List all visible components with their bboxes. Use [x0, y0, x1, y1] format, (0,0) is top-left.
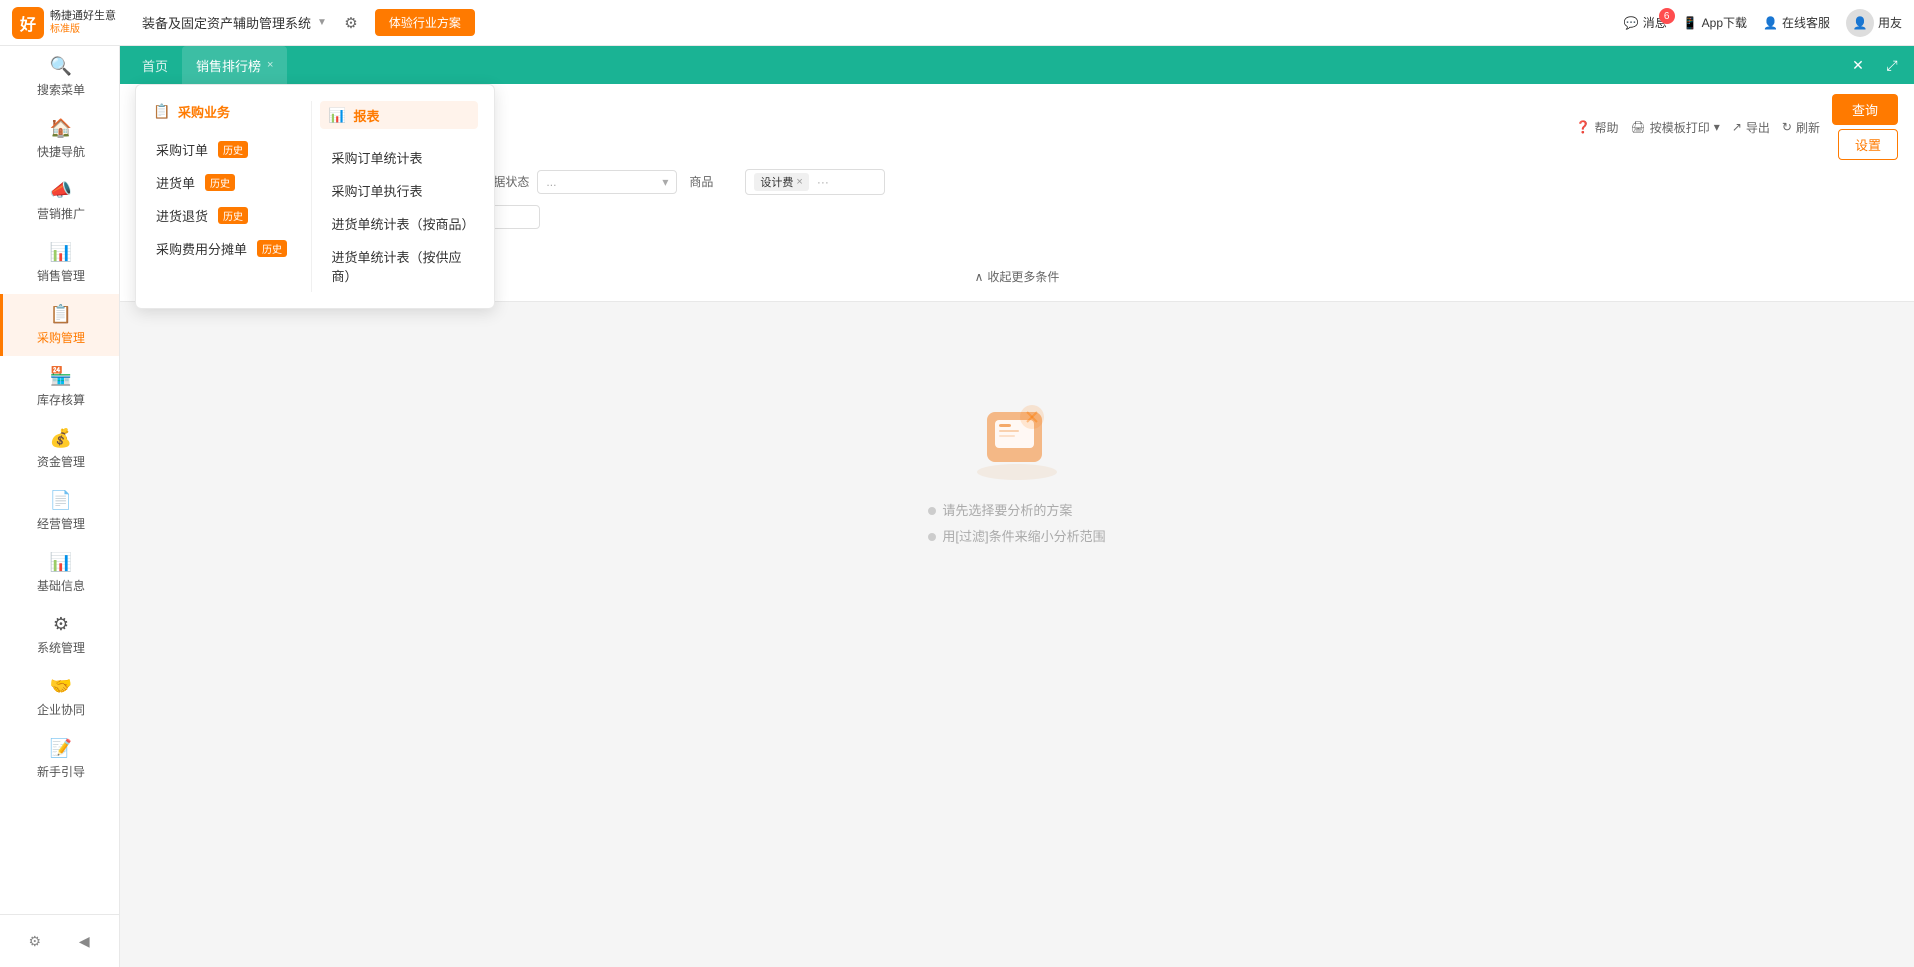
- help-icon: ❓: [1576, 120, 1591, 134]
- goods-input[interactable]: 设计费 × ···: [745, 169, 885, 195]
- search-icon: 🔍: [50, 56, 72, 77]
- history-badge-1: 历史: [205, 174, 235, 191]
- app-download-action[interactable]: 📱 App下载: [1683, 14, 1747, 31]
- sidebar-item-search[interactable]: 🔍 搜索菜单: [0, 46, 119, 108]
- tab-sales-rank[interactable]: 销售排行榜 ×: [182, 46, 287, 84]
- settings-button[interactable]: ⚙: [19, 925, 51, 957]
- purchase-section-header: 📋 采购业务: [152, 101, 303, 121]
- tab-controls: ✕ ⤢: [1844, 51, 1906, 79]
- tab-home[interactable]: 首页: [128, 46, 182, 84]
- sidebar-item-enterprise[interactable]: 🤝 企业协同: [0, 666, 119, 728]
- empty-state: 请先选择要分析的方案 用[过滤]条件来缩小分析范围: [120, 302, 1914, 630]
- close-all-tabs-button[interactable]: ✕: [1844, 51, 1872, 79]
- enterprise-icon: 🤝: [50, 676, 72, 697]
- system-icon: ⚙: [53, 614, 69, 635]
- dropdown-arrow-icon: ▼: [317, 17, 327, 28]
- sidebar-item-guide[interactable]: 📝 新手引导: [0, 728, 119, 790]
- message-action[interactable]: 💬 6 消息: [1624, 14, 1667, 31]
- logo-area: 好 畅捷通好生意 标准版: [12, 7, 132, 39]
- sales-icon: 📊: [50, 242, 72, 263]
- finance-icon: 💰: [50, 428, 72, 449]
- operations-icon: 📄: [50, 490, 72, 511]
- menu-item-purchase-order-stats[interactable]: 采购订单统计表: [328, 141, 479, 174]
- reports-section: 📊 报表 采购订单统计表 采购订单执行表 进货单统计表（按商品） 进货单统计表（…: [311, 101, 479, 292]
- online-service-action[interactable]: 👤 在线客服: [1763, 14, 1830, 31]
- dot1: [928, 507, 936, 515]
- system-title[interactable]: 装备及固定资产辅助管理系统 ▼: [142, 13, 327, 32]
- industry-button[interactable]: 体验行业方案: [375, 9, 475, 36]
- dropdown-menu: 📋 采购业务 采购订单 历史 进货单 历史 进货退货 历史 采购费用分摊单 历史…: [135, 84, 495, 309]
- sidebar-item-sales[interactable]: 📊 销售管理: [0, 232, 119, 294]
- menu-item-goods-stats-by-product[interactable]: 进货单统计表（按商品）: [328, 207, 479, 240]
- export-icon: ↗: [1732, 120, 1742, 134]
- top-header: 好 畅捷通好生意 标准版 装备及固定资产辅助管理系统 ▼ ⚙ 体验行业方案 💬 …: [0, 0, 1914, 46]
- sidebar-item-finance[interactable]: 💰 资金管理: [0, 418, 119, 480]
- query-button[interactable]: 查询: [1832, 94, 1898, 125]
- menu-item-goods-return[interactable]: 进货退货 历史: [152, 199, 303, 232]
- basic-icon: 📊: [50, 552, 72, 573]
- goods-more-button[interactable]: ···: [813, 175, 833, 189]
- purchase-section: 📋 采购业务 采购订单 历史 进货单 历史 进货退货 历史 采购费用分摊单 历史: [152, 101, 303, 292]
- close-tab-icon[interactable]: ×: [267, 59, 273, 71]
- reports-section-header: 📊 报表: [320, 101, 479, 129]
- set-button[interactable]: 设置: [1838, 129, 1898, 160]
- sidebar-item-marketing[interactable]: 📣 营销推广: [0, 170, 119, 232]
- sidebar-item-nav[interactable]: 🏠 快捷导航: [0, 108, 119, 170]
- dot2: [928, 533, 936, 541]
- home-icon: 🏠: [50, 118, 72, 139]
- history-badge-0: 历史: [218, 141, 248, 158]
- logo-text: 畅捷通好生意 标准版: [50, 9, 116, 36]
- marketing-icon: 📣: [50, 180, 72, 201]
- purchase-menu-icon: 📋: [152, 101, 172, 121]
- menu-item-purchase-order[interactable]: 采购订单 历史: [152, 133, 303, 166]
- inventory-icon: 🏪: [50, 366, 72, 387]
- phone-icon: 📱: [1683, 16, 1698, 30]
- menu-item-goods-stats-by-supplier[interactable]: 进货单统计表（按供应商）: [328, 240, 479, 292]
- service-icon: 👤: [1763, 16, 1778, 30]
- history-badge-3: 历史: [257, 240, 287, 257]
- tabs-bar: 首页 销售排行榜 × ✕ ⤢: [120, 46, 1914, 84]
- export-button[interactable]: ↗ 导出: [1732, 119, 1770, 136]
- menu-item-goods-receipt[interactable]: 进货单 历史: [152, 166, 303, 199]
- print-button[interactable]: 🖨 按模板打印 ▾: [1631, 119, 1720, 136]
- menu-item-purchase-expense[interactable]: 采购费用分摊单 历史: [152, 232, 303, 265]
- collapse-sidebar-button[interactable]: ◀: [68, 925, 100, 957]
- status-arrow-icon: ▾: [662, 175, 668, 189]
- logo-icon: 好: [12, 7, 44, 39]
- status-select[interactable]: ... ▾: [537, 170, 677, 194]
- empty-illustration: [957, 382, 1077, 482]
- refresh-button[interactable]: ↻ 刷新: [1782, 119, 1820, 136]
- goods-filter: 商品 设计费 × ···: [689, 169, 885, 195]
- purchase-icon: 📋: [50, 304, 72, 325]
- sidebar-item-system[interactable]: ⚙ 系统管理: [0, 604, 119, 666]
- reports-menu-icon: 📊: [328, 105, 348, 125]
- gear-button[interactable]: ⚙: [337, 9, 365, 37]
- message-icon: 💬: [1624, 16, 1639, 30]
- sidebar-item-purchase[interactable]: 📋 采购管理: [0, 294, 119, 356]
- help-button[interactable]: ❓ 帮助: [1576, 119, 1619, 136]
- message-badge: 6: [1659, 8, 1675, 24]
- header-right: 💬 6 消息 📱 App下载 👤 在线客服 👤 用友: [1624, 9, 1902, 37]
- empty-tips: 请先选择要分析的方案 用[过滤]条件来缩小分析范围: [928, 498, 1105, 550]
- sidebar-bottom: ⚙ ◀: [0, 914, 119, 967]
- fullscreen-button[interactable]: ⤢: [1878, 51, 1906, 79]
- remove-goods-tag-button[interactable]: ×: [796, 176, 802, 188]
- status-filter: 单据状态 ... ▾: [481, 170, 677, 194]
- sidebar-item-basic[interactable]: 📊 基础信息: [0, 542, 119, 604]
- menu-item-purchase-order-exec[interactable]: 采购订单执行表: [328, 174, 479, 207]
- sidebar-item-operations[interactable]: 📄 经营管理: [0, 480, 119, 542]
- refresh-icon: ↻: [1782, 120, 1792, 134]
- goods-tag: 设计费 ×: [754, 173, 808, 191]
- avatar: 👤: [1846, 9, 1874, 37]
- print-icon: 🖨: [1631, 120, 1646, 134]
- history-badge-2: 历史: [218, 207, 248, 224]
- collapse-icon: ∧: [975, 270, 984, 284]
- user-info[interactable]: 👤 用友: [1846, 9, 1902, 37]
- sidebar: 🔍 搜索菜单 🏠 快捷导航 📣 营销推广 📊 销售管理 📋 采购管理 🏪 库存核…: [0, 46, 120, 967]
- print-arrow-icon: ▾: [1714, 120, 1720, 134]
- guide-icon: 📝: [50, 738, 72, 759]
- sidebar-item-inventory[interactable]: 🏪 库存核算: [0, 356, 119, 418]
